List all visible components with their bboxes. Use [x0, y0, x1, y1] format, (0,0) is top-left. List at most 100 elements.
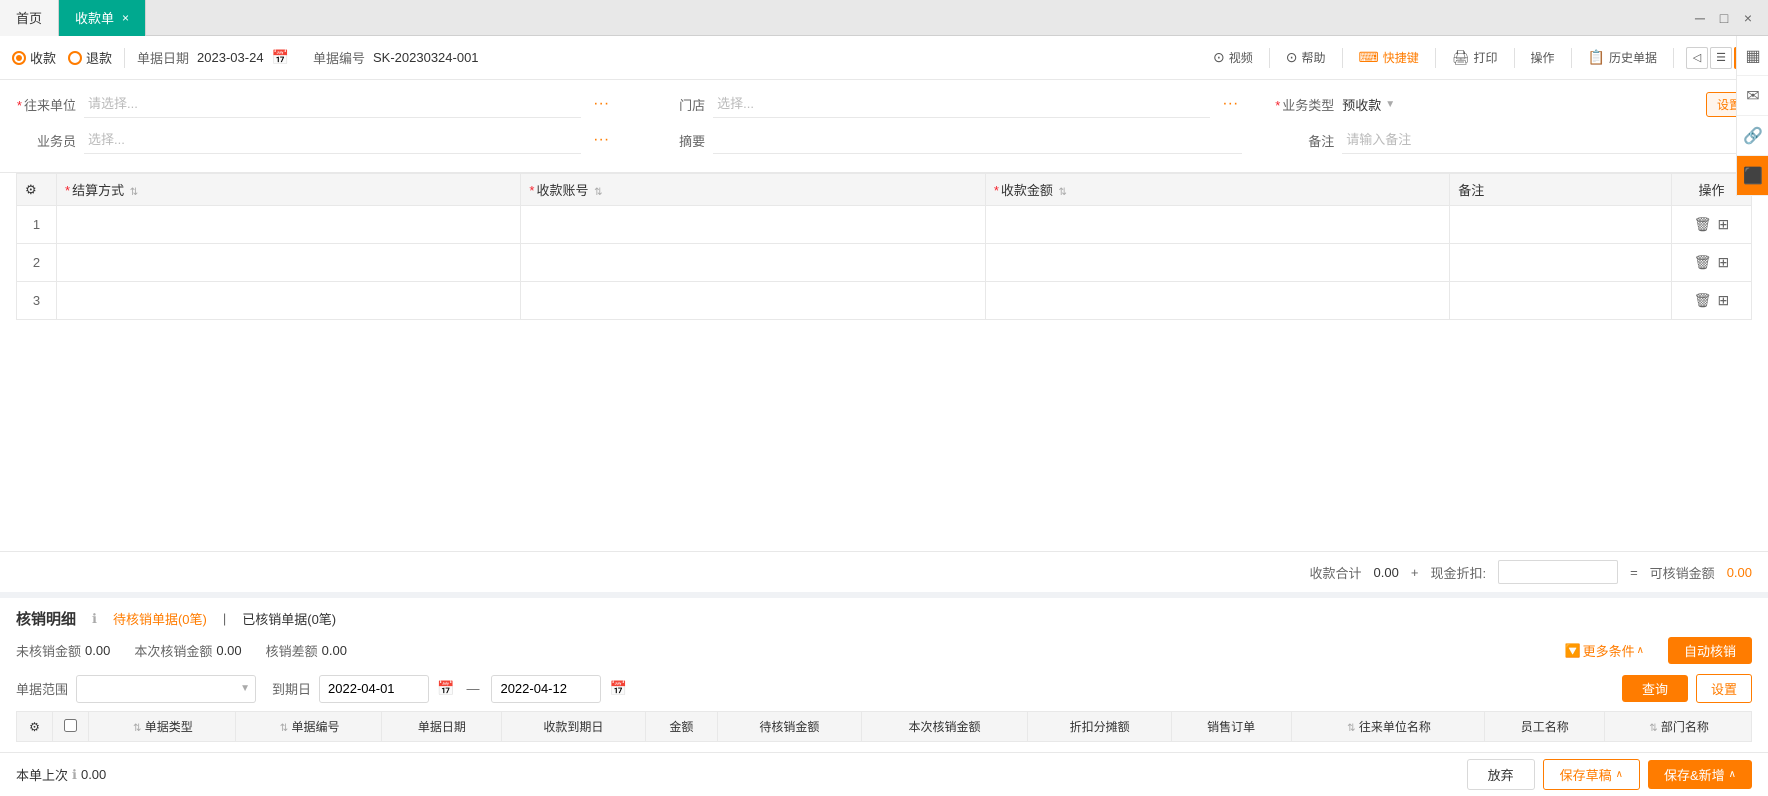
history-btn[interactable]: 📋 历史单据: [1584, 47, 1661, 68]
copy-icon-1[interactable]: ⊞: [1718, 216, 1730, 233]
row-settle-1[interactable]: [57, 206, 521, 244]
row-account-3[interactable]: [521, 282, 985, 320]
abandon-button[interactable]: 放弃: [1467, 759, 1535, 790]
row-amount-1[interactable]: [985, 206, 1449, 244]
shortcut-icon: ⌨: [1359, 49, 1379, 66]
window-close-button[interactable]: ×: [1740, 10, 1756, 26]
copy-icon-3[interactable]: ⊞: [1718, 292, 1730, 309]
doc-range-label: 单据范围: [16, 679, 68, 698]
print-btn[interactable]: 🖨 打印: [1448, 47, 1502, 68]
tab-home[interactable]: 首页: [0, 0, 59, 36]
shop-input[interactable]: [713, 90, 1210, 118]
discount-label: 现金折扣:: [1430, 563, 1486, 582]
save-draft-button[interactable]: 保存草稿 ∧: [1543, 759, 1640, 790]
help-btn[interactable]: ⊙ 帮助: [1282, 47, 1330, 68]
calendar-icon-from[interactable]: 📅: [437, 680, 454, 697]
tab-close-icon[interactable]: ×: [122, 11, 129, 25]
date-range-separator: —: [466, 681, 479, 696]
row-note-3[interactable]: [1450, 282, 1672, 320]
row-note-2[interactable]: [1450, 244, 1672, 282]
verif-col-gear[interactable]: ⚙: [17, 712, 53, 742]
staff-more-btn[interactable]: ···: [589, 131, 613, 149]
verif-info-icon[interactable]: ℹ: [92, 611, 97, 627]
diff-value: 0.00: [322, 643, 347, 658]
due-to-input[interactable]: [491, 675, 601, 703]
video-btn[interactable]: ⊙ 视频: [1209, 47, 1257, 68]
tab-bar: 首页 收款单 × ─ □ ×: [0, 0, 1768, 36]
filter-left: 单据范围 ▼ 到期日 📅 — 📅: [16, 675, 627, 703]
staff-input[interactable]: [84, 126, 581, 154]
verif-stats: 未核销金额 0.00 本次核销金额 0.00 核销差额 0.00 🔽 更多条件 …: [16, 637, 1752, 664]
copy-icon-2[interactable]: ⊞: [1718, 254, 1730, 271]
note-field: 备注: [1274, 126, 1752, 154]
discount-input[interactable]: [1498, 560, 1618, 584]
row-action-2: 🗑 ⊞: [1672, 244, 1752, 282]
shortcut-btn[interactable]: ⌨ 快捷键: [1355, 47, 1423, 68]
operations-btn[interactable]: 操作: [1527, 47, 1559, 68]
stat-uncancelled: 未核销金额 0.00: [16, 641, 110, 660]
auto-verif-button[interactable]: 自动核销: [1668, 637, 1752, 664]
row-account-1[interactable]: [521, 206, 985, 244]
minimize-button[interactable]: ─: [1692, 10, 1708, 26]
radio-refund[interactable]: 退款: [68, 48, 112, 67]
row-note-1[interactable]: [1450, 206, 1672, 244]
doc-range-select[interactable]: [76, 675, 256, 703]
row-amount-3[interactable]: [985, 282, 1449, 320]
layout-icon-list[interactable]: ☰: [1710, 47, 1732, 69]
filter-right: 查询 设置: [1622, 674, 1752, 703]
settings2-button[interactable]: 设置: [1696, 674, 1752, 703]
video-label: 视频: [1229, 49, 1253, 66]
diff-label: 核销差额: [266, 641, 318, 660]
biz-type-field: *业务类型 预收款 ▼ 设置: [1274, 92, 1752, 117]
verif-col-due-date: 收款到期日: [502, 712, 645, 742]
delete-icon-2[interactable]: 🗑: [1694, 254, 1712, 271]
sidebar-mail-icon[interactable]: ✉: [1737, 76, 1768, 116]
layout-icon-1[interactable]: ◁: [1686, 47, 1708, 69]
calendar-icon-to[interactable]: 📅: [609, 680, 626, 697]
verif-col-doc-num: ⇅ 单据编号: [235, 712, 382, 742]
receipt-type-group: 收款 退款: [12, 48, 112, 67]
save-new-button[interactable]: 保存&新增 ∧: [1648, 760, 1752, 789]
partner-more-btn[interactable]: ···: [589, 95, 613, 113]
verif-table: ⚙ ⇅ 单据类型 ⇅ 单据编号 单据日期 收款到期日 金额 待核销: [16, 711, 1752, 742]
sidebar-clip-icon[interactable]: 🔗: [1737, 116, 1768, 156]
due-from-input[interactable]: [319, 675, 429, 703]
verif-select-all[interactable]: [64, 719, 77, 732]
carry-label: 本单上次: [16, 765, 68, 784]
summary-field: 摘要: [645, 126, 1242, 154]
tab-pending[interactable]: 待核销单据(0笔): [113, 609, 207, 628]
shop-field: 门店 ···: [645, 90, 1242, 118]
delete-icon-3[interactable]: 🗑: [1694, 292, 1712, 309]
shop-more-btn[interactable]: ···: [1218, 95, 1242, 113]
radio-receipt[interactable]: 收款: [12, 48, 56, 67]
row-num-1: 1: [17, 206, 57, 244]
row-amount-2[interactable]: [985, 244, 1449, 282]
sidebar-table-icon[interactable]: ▦: [1737, 36, 1768, 76]
verif-col-pending: 待核销金额: [718, 712, 861, 742]
row-account-2[interactable]: [521, 244, 985, 282]
tab-receipt[interactable]: 收款单 ×: [59, 0, 146, 36]
staff-field: 业务员 ···: [16, 126, 613, 154]
biz-type-value[interactable]: 预收款 ▼: [1342, 95, 1395, 114]
maximize-button[interactable]: □: [1716, 10, 1732, 26]
note-input[interactable]: [1342, 126, 1752, 154]
query-button[interactable]: 查询: [1622, 675, 1688, 702]
more-filter-btn[interactable]: 🔽 更多条件 ∧: [1564, 641, 1644, 660]
bottom-left: 本单上次 ℹ 0.00: [16, 765, 106, 784]
date-value: 2023-03-24: [197, 50, 264, 65]
table-col-setting[interactable]: ⚙: [17, 174, 57, 206]
sidebar-camera-icon[interactable]: ⬛: [1737, 156, 1768, 196]
partner-input[interactable]: [84, 90, 581, 118]
summary-label: 摘要: [645, 131, 705, 150]
calendar-icon[interactable]: 📅: [272, 49, 289, 66]
summary-input[interactable]: [713, 126, 1242, 154]
verif-col-check[interactable]: [53, 712, 89, 742]
row-settle-3[interactable]: [57, 282, 521, 320]
carry-info-icon[interactable]: ℹ: [72, 767, 77, 783]
row-settle-2[interactable]: [57, 244, 521, 282]
history-icon: 📋: [1588, 49, 1605, 66]
biz-type-label: *业务类型: [1274, 95, 1334, 114]
delete-icon-1[interactable]: 🗑: [1694, 216, 1712, 233]
tab-done[interactable]: 已核销单据(0笔): [242, 609, 336, 628]
receipt-table-container: ⚙ *结算方式 ⇅ *收款账号 ⇅ *收款金额 ⇅ 备注: [0, 173, 1768, 551]
